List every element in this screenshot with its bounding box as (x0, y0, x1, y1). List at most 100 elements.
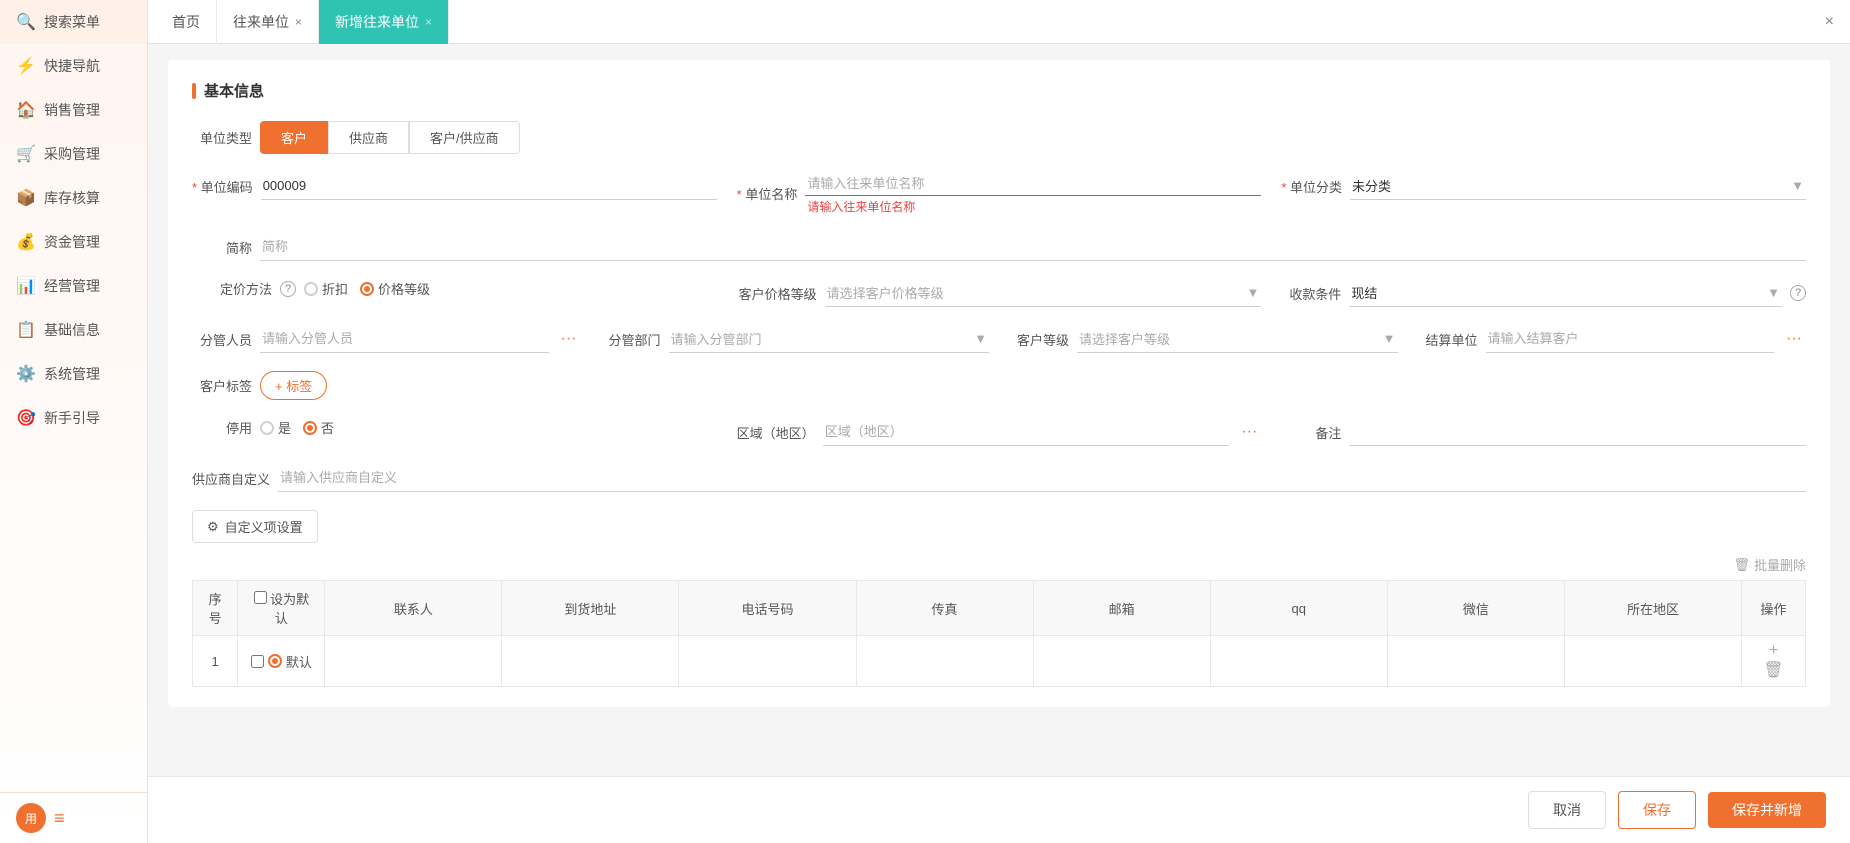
payment-terms-label: 收款条件 (1281, 284, 1341, 303)
row-checkbox[interactable] (251, 655, 264, 668)
dropdown-arrow-price: ▼ (1246, 285, 1259, 300)
region-label: 区域（地区） (737, 423, 815, 442)
cell-email (1033, 636, 1210, 687)
avatar: 用 (16, 803, 46, 833)
customer-tag-group: 客户标签 + 标签 (192, 371, 1806, 400)
cell-wechat (1387, 636, 1564, 687)
sidebar-item-quicknav[interactable]: ⚡ 快捷导航 (0, 44, 147, 88)
region-more-btn[interactable]: ··· (1237, 423, 1261, 441)
contact-input[interactable] (335, 654, 491, 669)
radio-yes[interactable]: 是 (260, 418, 291, 437)
sidebar-item-sales[interactable]: 🏠 销售管理 (0, 88, 147, 132)
tab-new-partner[interactable]: 新增往来单位 × (319, 0, 449, 44)
payment-terms-select[interactable]: 现结 ▼ (1349, 279, 1782, 307)
add-tag-button[interactable]: + 标签 (260, 371, 327, 400)
save-button[interactable]: 保存 (1618, 791, 1696, 829)
sidebar-item-purchase[interactable]: 🛒 采购管理 (0, 132, 147, 176)
sidebar-item-search[interactable]: 🔍 搜索菜单 (0, 0, 147, 44)
close-partners-tab[interactable]: × (295, 15, 302, 29)
phone-input[interactable] (689, 654, 845, 669)
sidebar-item-label: 资金管理 (44, 232, 100, 252)
customer-price-level-group: 客户价格等级 请选择客户价格等级 ▼ (737, 279, 1262, 307)
tab-home[interactable]: 首页 (156, 0, 217, 44)
unit-name-input[interactable] (805, 172, 1261, 196)
cart-icon: 🛒 (16, 144, 36, 164)
pricing-method-group: 定价方法 ? 折扣 价格等级 (192, 279, 717, 298)
department-group: 分管部门 请输入分管部门 ▼ (601, 325, 990, 353)
settings-icon[interactable]: ≡ (54, 808, 65, 829)
manager-group: 分管人员 ··· (192, 325, 581, 353)
unit-code-input[interactable] (261, 172, 717, 200)
manager-input[interactable] (260, 325, 549, 353)
settlement-more-btn[interactable]: ··· (1782, 330, 1806, 348)
department-select[interactable]: 请输入分管部门 ▼ (669, 325, 990, 353)
unit-category-select[interactable]: 未分类 ▼ (1350, 172, 1806, 200)
search-icon: 🔍 (16, 12, 36, 32)
lightning-icon: ⚡ (16, 56, 36, 76)
col-index: 序号 (193, 581, 238, 636)
custom-settings-button[interactable]: ⚙ 自定义项设置 (192, 510, 318, 543)
sidebar-item-operations[interactable]: 📊 经营管理 (0, 264, 147, 308)
close-new-partner-tab[interactable]: × (425, 15, 432, 29)
settlement-unit-input[interactable] (1486, 325, 1775, 353)
dropdown-arrow-level: ▼ (1383, 331, 1396, 346)
delete-row-button[interactable]: 🗑 (1760, 660, 1786, 680)
money-icon: 💰 (16, 232, 36, 252)
radio-yes-label: 是 (278, 418, 291, 437)
radio-no[interactable]: 否 (303, 418, 334, 437)
radio-price-level-label: 价格等级 (378, 279, 430, 298)
abbreviation-row: 简称 (192, 233, 1806, 261)
batch-delete-area[interactable]: 🗑 批量删除 (192, 555, 1806, 574)
close-window-button[interactable]: × (1817, 13, 1842, 31)
box-icon: 📦 (16, 188, 36, 208)
customer-price-level-select[interactable]: 请选择客户价格等级 ▼ (825, 279, 1262, 307)
save-new-button[interactable]: 保存并新增 (1708, 792, 1826, 828)
supplier-custom-input[interactable] (278, 464, 1806, 492)
unit-info-row: 单位编码 单位名称 请输入往来单位名称 单位分类 未分类 ▼ (192, 172, 1806, 215)
sidebar-item-inventory[interactable]: 📦 库存核算 (0, 176, 147, 220)
customer-level-label: 客户等级 (1009, 330, 1069, 349)
payment-help-icon[interactable]: ? (1790, 285, 1806, 301)
sidebar-item-basic[interactable]: 📋 基础信息 (0, 308, 147, 352)
cell-fax (856, 636, 1033, 687)
select-all-checkbox[interactable] (254, 591, 267, 604)
unit-type-group: 单位类型 客户 供应商 客户/供应商 (192, 121, 1806, 154)
pricing-help-icon[interactable]: ? (280, 281, 296, 297)
unit-btn-supplier[interactable]: 供应商 (328, 121, 409, 154)
sidebar-item-finance[interactable]: 💰 资金管理 (0, 220, 147, 264)
supplier-custom-group: 供应商自定义 (192, 464, 1806, 492)
cell-contact (325, 636, 502, 687)
radio-price-level-circle (360, 282, 374, 296)
col-action: 操作 (1742, 581, 1806, 636)
radio-discount[interactable]: 折扣 (304, 279, 348, 298)
radio-price-level[interactable]: 价格等级 (360, 279, 430, 298)
region-input[interactable] (823, 418, 1230, 446)
department-placeholder: 请输入分管部门 (671, 329, 762, 348)
remark-input[interactable] (1349, 418, 1806, 446)
table-row: 1 默认 (193, 636, 1806, 687)
customer-tag-label: 客户标签 (192, 376, 252, 395)
fax-input[interactable] (867, 654, 1023, 669)
footer: 取消 保存 保存并新增 (148, 776, 1850, 843)
unit-name-label: 单位名称 (737, 184, 798, 203)
clipboard-icon: 📋 (16, 320, 36, 340)
sidebar-item-guide[interactable]: 🎯 新手引导 (0, 396, 147, 440)
cancel-button[interactable]: 取消 (1528, 791, 1606, 829)
tab-partners[interactable]: 往来单位 × (217, 0, 319, 44)
abbreviation-input[interactable] (260, 233, 1806, 261)
qq-input[interactable] (1221, 654, 1377, 669)
address-input[interactable] (512, 654, 668, 669)
sidebar-item-system[interactable]: ⚙️ 系统管理 (0, 352, 147, 396)
payment-terms-value: 现结 (1351, 283, 1377, 302)
sidebar-item-label: 销售管理 (44, 100, 100, 120)
unit-btn-customer[interactable]: 客户 (260, 121, 328, 154)
wechat-input[interactable] (1398, 654, 1554, 669)
row-default-radio[interactable]: 默认 (268, 652, 312, 671)
email-input[interactable] (1044, 654, 1200, 669)
manager-more-btn[interactable]: ··· (557, 330, 581, 348)
cell-region (1564, 636, 1741, 687)
row-region-input[interactable] (1575, 654, 1731, 669)
unit-btn-both[interactable]: 客户/供应商 (409, 121, 520, 154)
customer-level-select[interactable]: 请选择客户等级 ▼ (1077, 325, 1398, 353)
add-row-button[interactable]: + (1766, 642, 1781, 660)
